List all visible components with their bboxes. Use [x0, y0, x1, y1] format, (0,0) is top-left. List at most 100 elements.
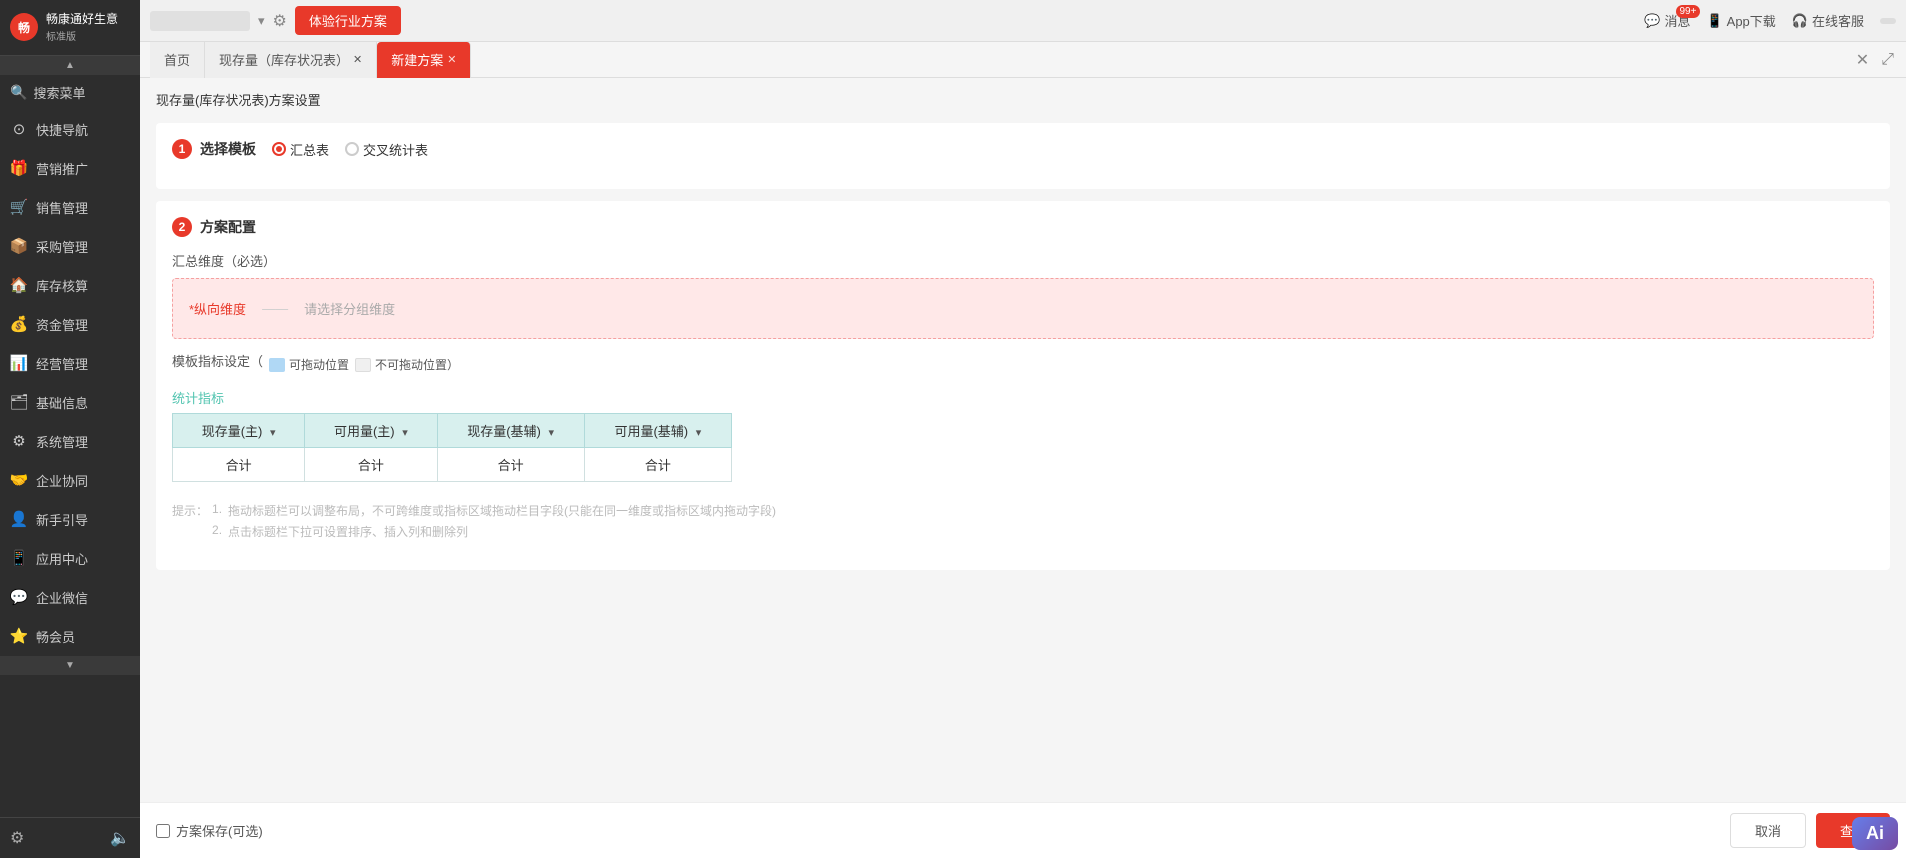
td-2: 合计 [437, 448, 584, 482]
sidebar-label-yingxiao: 营销推广 [36, 159, 88, 178]
save-option[interactable]: 方案保存(可选) [156, 821, 263, 840]
legend-drag: 可拖动位置 [269, 356, 349, 373]
tabbar: 首页 现存量（库存状况表） ✕ 新建方案 ✕ ✕ ⤢ [140, 42, 1906, 78]
th-0[interactable]: 现存量(主) ▾ [173, 414, 305, 448]
search-icon: 🔍 [10, 84, 27, 101]
close-tab-btn[interactable]: ✕ [1852, 48, 1873, 72]
breadcrumb-input[interactable] [150, 11, 250, 31]
tips-section: 提示： 1. 拖动标题栏可以调整布局，不可跨维度或指标区域拖动栏目字段(只能在同… [172, 492, 1874, 554]
sidebar-footer: ⚙ 🔈 [0, 817, 140, 858]
save-checkbox[interactable] [156, 824, 170, 838]
sidebar-label-caigou: 采购管理 [36, 237, 88, 256]
th-1[interactable]: 可用量(主) ▾ [305, 414, 437, 448]
app-label: App下载 [1727, 11, 1776, 30]
trial-button[interactable]: 体验行业方案 [295, 6, 401, 35]
topbar-right: 💬 消息 99+ 📱 App下载 🎧 在线客服 [1644, 11, 1896, 30]
tab-new-scheme-close[interactable]: ✕ [447, 53, 456, 66]
app-badge: 标准版 [46, 28, 118, 43]
topbar-settings-icon[interactable]: ⚙ [273, 11, 287, 31]
tips-list: 1. 拖动标题栏可以调整布局，不可跨维度或指标区域拖动栏目字段(只能在同一维度或… [212, 502, 776, 544]
tabbar-actions: ✕ ⤢ [1852, 48, 1906, 72]
message-badge: 99+ [1676, 5, 1701, 18]
sidebar-scroll-up[interactable]: ▲ [0, 56, 140, 75]
td-0: 合计 [173, 448, 305, 482]
stats-table: 现存量(主) ▾ 可用量(主) ▾ 现存量(基辅) ▾ 可用量(基辅) [172, 413, 732, 482]
sidebar-label-zijin: 资金管理 [36, 315, 88, 334]
sidebar-label-jichu: 基础信息 [36, 393, 88, 412]
sidebar-item-qiye[interactable]: 🤝 企业协同 [0, 461, 140, 500]
dropdown-icon[interactable]: ▾ [258, 13, 265, 29]
ai-badge[interactable]: Ai [1852, 817, 1898, 850]
yingyong-icon: 📱 [10, 549, 28, 567]
th-3-label: 可用量(基辅) [614, 424, 688, 439]
jichu-icon: 🗂 [10, 393, 28, 411]
vertical-dim-area[interactable]: *纵向维度 —— 请选择分组维度 [172, 278, 1874, 339]
sidebar-label-yingyong: 应用中心 [36, 549, 88, 568]
weixin-icon: 💬 [10, 588, 28, 606]
tab-inventory[interactable]: 现存量（库存状况表） ✕ [205, 42, 377, 78]
sidebar-item-xitong[interactable]: ⚙ 系统管理 [0, 422, 140, 461]
sidebar-item-yingyong[interactable]: 📱 应用中心 [0, 539, 140, 578]
sidebar-item-weixin[interactable]: 💬 企业微信 [0, 578, 140, 617]
tab-inventory-label: 现存量（库存状况表） [219, 50, 349, 69]
radio-cross-label: 交叉统计表 [363, 140, 428, 159]
drag-legend-label: 可拖动位置 [289, 356, 349, 373]
tab-home[interactable]: 首页 [150, 42, 205, 78]
radio-cross[interactable]: 交叉统计表 [345, 140, 428, 159]
tab-new-scheme[interactable]: 新建方案 ✕ [377, 42, 471, 78]
message-button[interactable]: 💬 消息 99+ [1644, 11, 1690, 30]
sidebar-item-kuaijie[interactable]: ⊙ 快捷导航 [0, 110, 140, 149]
app-icon: 📱 [1706, 13, 1722, 29]
expand-tab-btn[interactable]: ⤢ [1877, 49, 1898, 71]
th-3[interactable]: 可用量(基辅) ▾ [584, 414, 731, 448]
sidebar-item-yingxiao[interactable]: 🎁 营销推广 [0, 149, 140, 188]
sidebar-search[interactable]: 🔍 搜索菜单 [0, 75, 140, 110]
user-button[interactable] [1880, 18, 1896, 24]
yingxiao-icon: 🎁 [10, 159, 28, 177]
service-button[interactable]: 🎧 在线客服 [1792, 11, 1864, 30]
app-title: 畅康通好生意 [46, 12, 118, 28]
indicator-settings-row: 模板指标设定（ 可拖动位置 不可拖动位置） [172, 351, 1874, 378]
table-row: 合计 合计 合计 合计 [173, 448, 732, 482]
app-download-button[interactable]: 📱 App下载 [1706, 11, 1775, 30]
sidebar-label-kuaijie: 快捷导航 [36, 120, 88, 139]
th-2[interactable]: 现存量(基辅) ▾ [437, 414, 584, 448]
sidebar-item-zijin[interactable]: 💰 资金管理 [0, 305, 140, 344]
sidebar-label-huiyuan: 畅会员 [36, 627, 75, 646]
sidebar-item-huiyuan[interactable]: ⭐ 畅会员 [0, 617, 140, 656]
content-area: 现存量(库存状况表)方案设置 1 选择模板 汇总表 交叉统计表 [140, 78, 1906, 802]
footer-audio-icon[interactable]: 🔈 [110, 828, 130, 848]
sidebar-item-caigou[interactable]: 📦 采购管理 [0, 227, 140, 266]
cancel-button[interactable]: 取消 [1730, 813, 1806, 848]
xitong-icon: ⚙ [10, 432, 28, 450]
sidebar-item-jichu[interactable]: 🗂 基础信息 [0, 383, 140, 422]
table-header-row: 现存量(主) ▾ 可用量(主) ▾ 现存量(基辅) ▾ 可用量(基辅) [173, 414, 732, 448]
topbar: ▾ ⚙ 体验行业方案 💬 消息 99+ 📱 App下载 🎧 在线客服 [140, 0, 1906, 42]
tab-new-scheme-label: 新建方案 [391, 50, 443, 69]
sidebar-item-xinshou[interactable]: 👤 新手引导 [0, 500, 140, 539]
th-1-label: 可用量(主) [334, 424, 395, 439]
footer: 方案保存(可选) 取消 查询 [140, 802, 1906, 858]
sidebar-label-xiaoshou: 销售管理 [36, 198, 88, 217]
td-1: 合计 [305, 448, 437, 482]
section-template: 1 选择模板 汇总表 交叉统计表 [156, 123, 1890, 189]
radio-summary[interactable]: 汇总表 [272, 140, 329, 159]
th-0-label: 现存量(主) [202, 424, 263, 439]
section1-title: 选择模板 [200, 139, 256, 159]
radio-cross-circle [345, 142, 359, 156]
tab-inventory-close[interactable]: ✕ [353, 53, 362, 66]
sidebar-item-kucun[interactable]: 🏠 库存核算 [0, 266, 140, 305]
stats-section-label: 统计指标 [172, 388, 1874, 407]
sidebar-logo: 畅 畅康通好生意 标准版 [0, 0, 140, 56]
sidebar-label-kucun: 库存核算 [36, 276, 88, 295]
td-1-label: 合计 [358, 458, 384, 473]
sidebar-item-jingying[interactable]: 📊 经营管理 [0, 344, 140, 383]
vertical-dim-dash: —— [262, 301, 288, 316]
service-label: 在线客服 [1812, 11, 1864, 30]
th-3-arrow: ▾ [696, 427, 702, 439]
sidebar-scroll-down[interactable]: ▼ [0, 656, 140, 675]
legend-nodrag: 不可拖动位置） [355, 356, 459, 373]
sidebar-item-xiaoshou[interactable]: 🛒 销售管理 [0, 188, 140, 227]
footer-settings-icon[interactable]: ⚙ [10, 828, 24, 848]
kucun-icon: 🏠 [10, 276, 28, 294]
